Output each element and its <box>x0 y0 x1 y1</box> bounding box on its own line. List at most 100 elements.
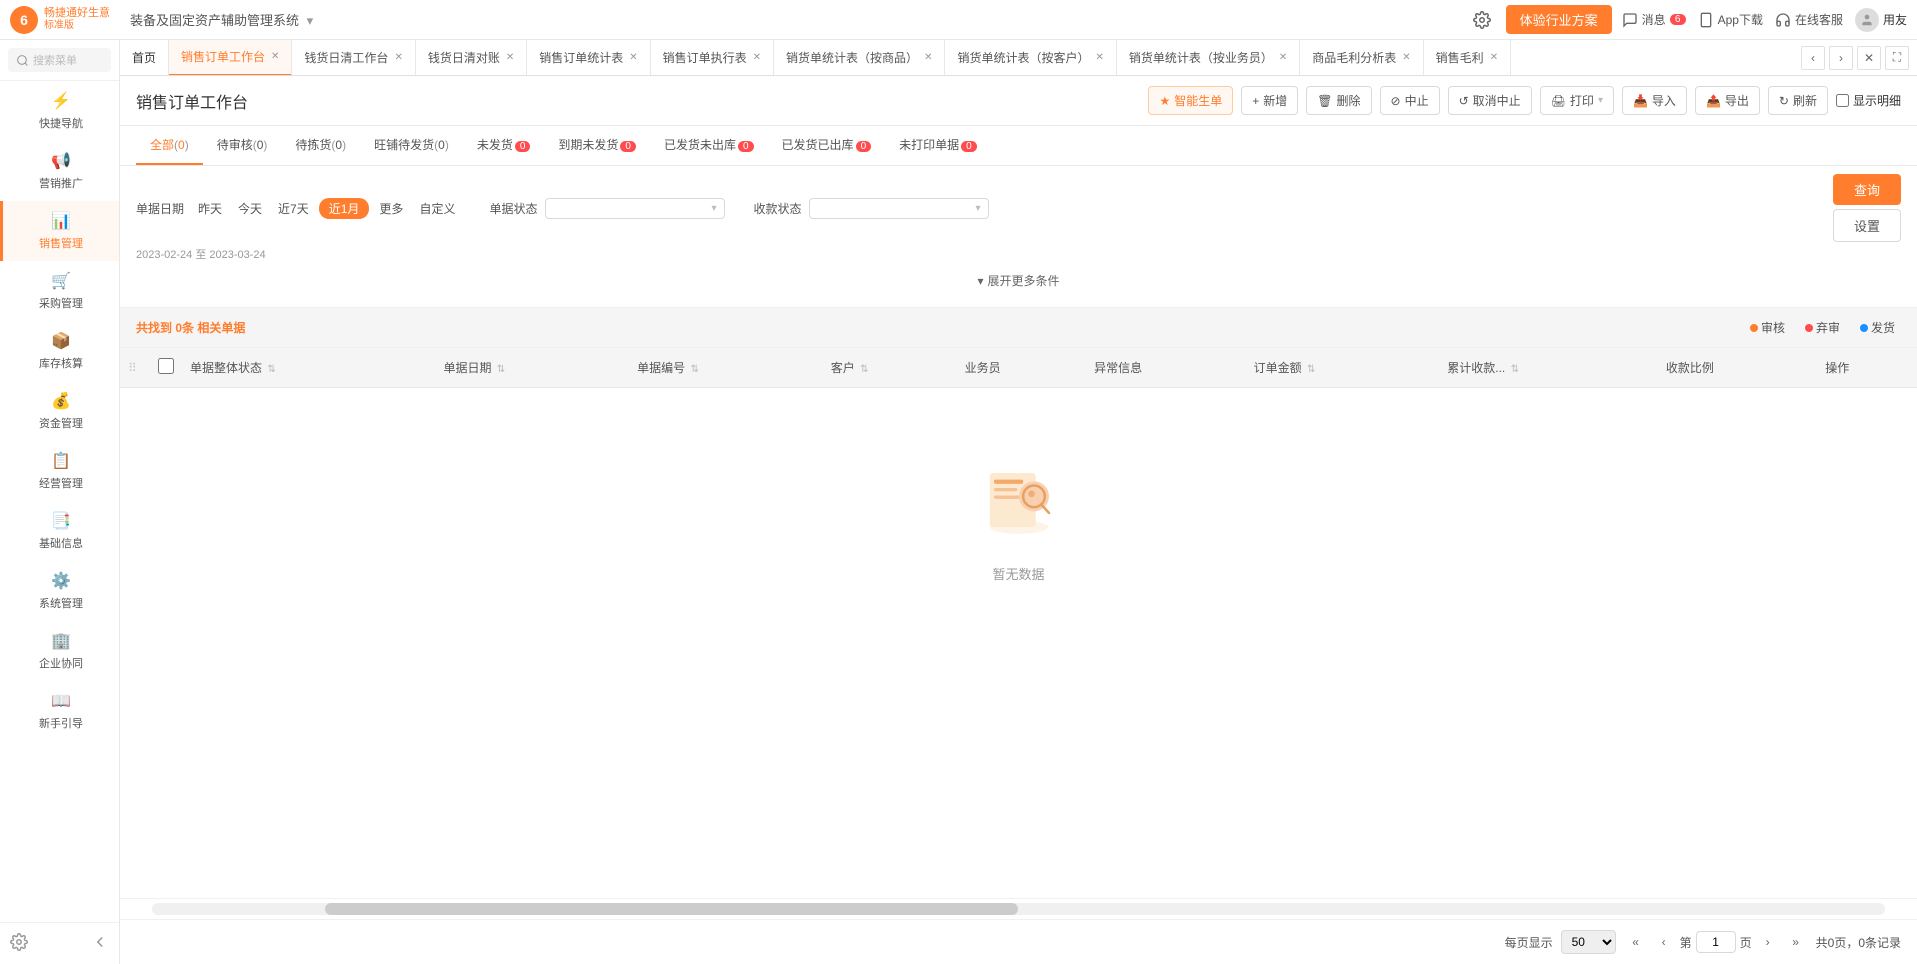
last-page-btn[interactable]: » <box>1784 930 1808 954</box>
tab-prev-btn[interactable]: ‹ <box>1801 46 1825 70</box>
col-checkbox[interactable] <box>150 348 182 388</box>
sidebar-item-inventory[interactable]: 📦 库存核算 <box>0 321 119 381</box>
cancel-audit-action-btn[interactable]: 弃审 <box>1799 316 1846 339</box>
smart-create-btn[interactable]: ★ 智能生单 <box>1148 86 1233 115</box>
sidebar-item-purchase[interactable]: 🛒 采购管理 <box>0 261 119 321</box>
tab-close-gross-profit[interactable]: ✕ <box>1402 52 1410 63</box>
delete-btn[interactable]: 🗑 删除 <box>1306 86 1371 115</box>
tab-home[interactable]: 首页 <box>120 40 169 76</box>
stop-btn[interactable]: ⊘ 中止 <box>1380 86 1440 115</box>
sidebar-settings-icon[interactable] <box>10 933 28 954</box>
col-drag: ⠿ <box>120 348 150 388</box>
sort-amount-icon[interactable]: ⇅ <box>1307 364 1315 375</box>
sidebar-item-operations[interactable]: 📋 经营管理 <box>0 441 119 501</box>
tab-close-sales-gross[interactable]: ✕ <box>1490 52 1498 63</box>
import-btn[interactable]: 📥 导入 <box>1622 86 1687 115</box>
tab-sales-summary-product[interactable]: 销货单统计表（按商品） ✕ <box>774 40 945 76</box>
tab-sales-summary-customer[interactable]: 销货单统计表（按客户） ✕ <box>945 40 1116 76</box>
expand-row: ▾ 展开更多条件 <box>136 262 1901 299</box>
tab-cash-reconcile[interactable]: 钱货日清对账 ✕ <box>416 40 527 76</box>
sort-status-icon[interactable]: ⇅ <box>267 364 275 375</box>
date-btn-7days[interactable]: 近7天 <box>272 198 315 219</box>
sidebar-item-system[interactable]: ⚙️ 系统管理 <box>0 561 119 621</box>
tab-sales-gross[interactable]: 销售毛利 ✕ <box>1424 40 1511 76</box>
page-size-select[interactable]: 50 10 20 100 <box>1561 930 1616 954</box>
tab-close-sales-exec[interactable]: ✕ <box>753 52 761 63</box>
status-filter-select[interactable]: ▾ <box>545 198 725 219</box>
print-btn[interactable]: 🖨 打印 ▾ <box>1540 86 1614 115</box>
add-btn[interactable]: + 新增 <box>1241 86 1298 115</box>
date-btn-yesterday[interactable]: 昨天 <box>192 198 228 219</box>
sidebar-item-marketing[interactable]: 📢 营销推广 <box>0 141 119 201</box>
payment-filter-select[interactable]: ▾ <box>809 198 989 219</box>
first-page-btn[interactable]: « <box>1624 930 1648 954</box>
page-number-input[interactable] <box>1696 931 1736 953</box>
sort-customer-icon[interactable]: ⇅ <box>860 364 868 375</box>
select-all-checkbox[interactable] <box>158 358 174 374</box>
tab-close-staff[interactable]: ✕ <box>1279 52 1287 63</box>
app-download-btn[interactable]: App下载 <box>1698 11 1763 28</box>
cancel-stop-btn[interactable]: ↺ 取消中止 <box>1448 86 1532 115</box>
tab-close-cash-daily[interactable]: ✕ <box>394 52 402 63</box>
col-ratio: 收款比例 <box>1658 348 1817 388</box>
tab-close-product[interactable]: ✕ <box>924 52 932 63</box>
audit-action-btn[interactable]: 审核 <box>1744 316 1791 339</box>
tab-close-all-btn[interactable]: ✕ <box>1857 46 1881 70</box>
sidebar-item-enterprise[interactable]: 🏢 企业协同 <box>0 621 119 681</box>
tab-close-customer[interactable]: ✕ <box>1095 52 1103 63</box>
sort-collected-icon[interactable]: ⇅ <box>1511 364 1519 375</box>
next-page-btn[interactable]: › <box>1756 930 1780 954</box>
tab-close-sales-order[interactable]: ✕ <box>271 51 279 62</box>
expand-btn[interactable]: ▾ 展开更多条件 <box>961 266 1075 295</box>
ship-action-btn[interactable]: 发货 <box>1854 316 1901 339</box>
filter-tab-expired[interactable]: 到期未发货0 <box>544 126 650 165</box>
tab-next-btn[interactable]: › <box>1829 46 1853 70</box>
tab-close-sales-stat[interactable]: ✕ <box>629 52 637 63</box>
sidebar-item-basic-info[interactable]: 📑 基础信息 <box>0 501 119 561</box>
tab-sales-stat[interactable]: 销售订单统计表 ✕ <box>527 40 650 76</box>
filter-tab-not-shipped[interactable]: 未发货0 <box>463 126 545 165</box>
tab-cash-daily[interactable]: 钱货日清工作台 ✕ <box>292 40 415 76</box>
message-btn[interactable]: 消息 6 <box>1622 11 1686 28</box>
industry-btn[interactable]: 体验行业方案 <box>1506 5 1612 34</box>
filter-tab-not-printed[interactable]: 未打印单据0 <box>885 126 991 165</box>
sidebar-item-capital[interactable]: 💰 资金管理 <box>0 381 119 441</box>
refresh-btn[interactable]: ↻ 刷新 <box>1768 86 1828 115</box>
tab-sales-summary-staff[interactable]: 销货单统计表（按业务员） ✕ <box>1117 40 1300 76</box>
sidebar-item-quick-nav[interactable]: ⚡ 快捷导航 <box>0 81 119 141</box>
prev-page-btn[interactable]: ‹ <box>1652 930 1676 954</box>
online-service-btn[interactable]: 在线客服 <box>1775 11 1843 28</box>
tab-sales-exec[interactable]: 销售订单执行表 ✕ <box>651 40 774 76</box>
user-area[interactable]: 用友 <box>1855 8 1907 32</box>
empty-state: 暂无数据 <box>120 388 1917 643</box>
sidebar-item-guide[interactable]: 📖 新手引导 <box>0 681 119 741</box>
display-detail-label[interactable]: 显示明细 <box>1836 92 1901 109</box>
tab-fullscreen-btn[interactable]: ⛶ <box>1885 46 1909 70</box>
date-btn-today[interactable]: 今天 <box>232 198 268 219</box>
scroll-thumb[interactable] <box>325 903 1018 915</box>
tab-sales-order[interactable]: 销售订单工作台 ✕ <box>169 40 292 76</box>
export-btn[interactable]: 📤 导出 <box>1695 86 1760 115</box>
sort-number-icon[interactable]: ⇅ <box>690 364 698 375</box>
sidebar-collapse-icon[interactable] <box>91 933 109 954</box>
horizontal-scrollbar[interactable] <box>152 903 1885 915</box>
filter-tab-wangpu[interactable]: 旺铺待发货(0) <box>360 126 463 165</box>
filter-tab-all[interactable]: 全部(0) <box>136 126 203 165</box>
sidebar-search[interactable]: 搜索菜单 <box>0 40 119 81</box>
filter-tab-pending-inspect[interactable]: 待拣货(0) <box>281 126 360 165</box>
sidebar-item-sales[interactable]: 📊 销售管理 <box>0 201 119 261</box>
tab-close-cash-reconcile[interactable]: ✕ <box>506 52 514 63</box>
filter-tab-shipped-not-out[interactable]: 已发货未出库0 <box>650 126 768 165</box>
filter-tab-shipped-out[interactable]: 已发货已出库0 <box>768 126 886 165</box>
date-btn-custom[interactable]: 自定义 <box>413 198 461 219</box>
display-detail-checkbox[interactable] <box>1836 94 1849 107</box>
date-btn-more[interactable]: 更多 <box>373 198 409 219</box>
data-table: ⠿ 单据整体状态 ⇅ 单据日期 ⇅ <box>120 348 1917 388</box>
query-btn[interactable]: 查询 <box>1833 174 1901 205</box>
date-btn-1month[interactable]: 近1月 <box>319 198 370 219</box>
settings-gear-icon[interactable] <box>1468 6 1496 34</box>
setting-btn[interactable]: 设置 <box>1833 209 1901 242</box>
sort-date-icon[interactable]: ⇅ <box>497 364 505 375</box>
tab-gross-profit[interactable]: 商品毛利分析表 ✕ <box>1300 40 1423 76</box>
filter-tab-pending-review[interactable]: 待审核(0) <box>203 126 282 165</box>
